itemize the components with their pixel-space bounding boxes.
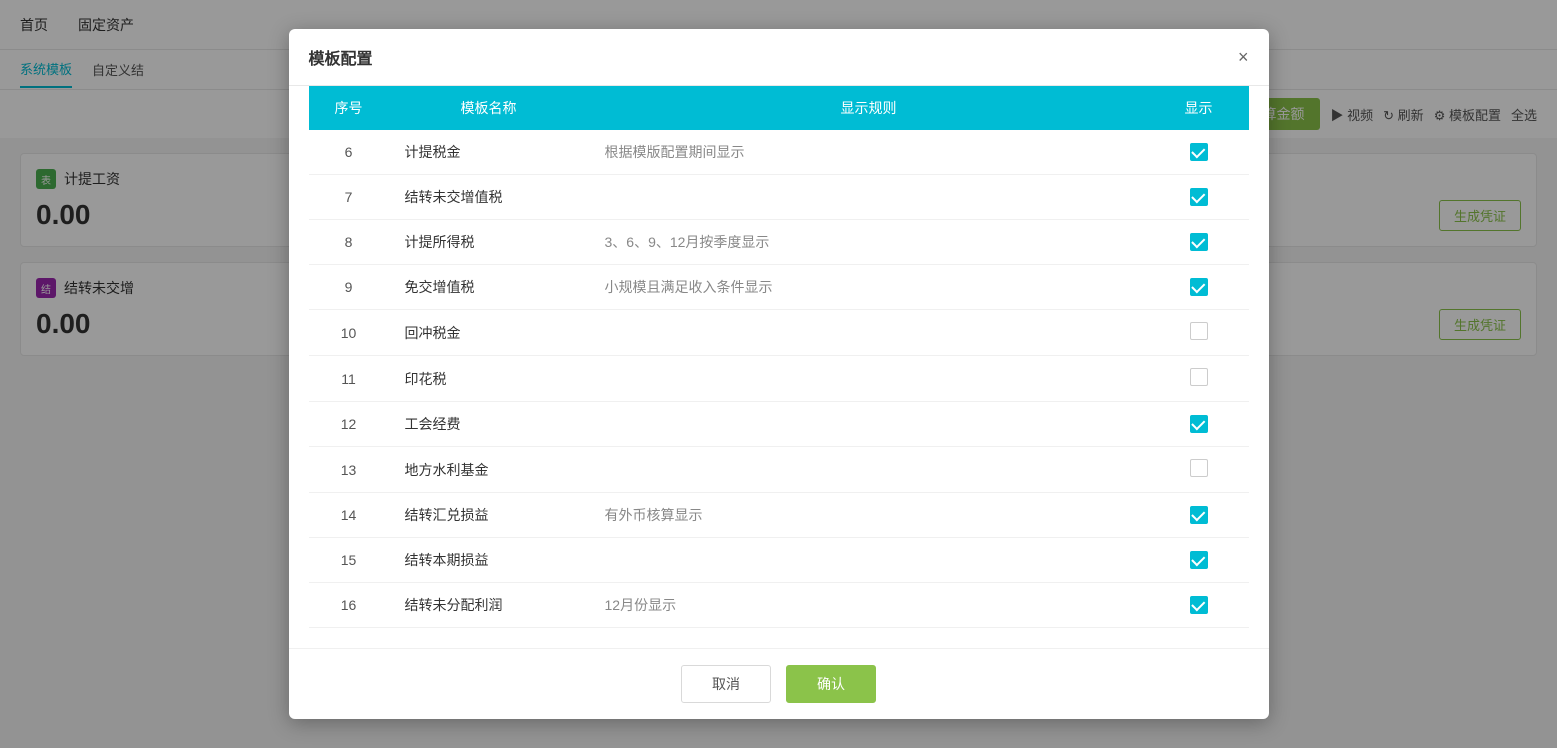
cell-seq: 16 (309, 583, 389, 628)
cell-name: 回冲税金 (389, 310, 589, 356)
col-header-seq: 序号 (309, 86, 389, 130)
modal-overlay: 模板配置 × 序号 模板名称 显示规则 显示 6计提税金根据模版配置期间显示7结… (0, 0, 1557, 748)
cell-show (1149, 130, 1249, 175)
table-row: 11印花税 (309, 356, 1249, 402)
cell-show (1149, 220, 1249, 265)
table-row: 10回冲税金 (309, 310, 1249, 356)
cell-name: 印花税 (389, 356, 589, 402)
cell-seq: 13 (309, 447, 389, 493)
cell-seq: 6 (309, 130, 389, 175)
table-header-row: 序号 模板名称 显示规则 显示 (309, 86, 1249, 130)
cell-seq: 15 (309, 538, 389, 583)
cell-seq: 7 (309, 175, 389, 220)
cell-seq: 14 (309, 493, 389, 538)
col-header-name: 模板名称 (389, 86, 589, 130)
table-row: 12工会经费 (309, 402, 1249, 447)
modal-title: 模板配置 (309, 45, 373, 69)
table-row: 9免交增值税小规模且满足收入条件显示 (309, 265, 1249, 310)
checkbox-checked[interactable] (1190, 188, 1208, 206)
cell-show (1149, 175, 1249, 220)
cell-name: 结转未分配利润 (389, 583, 589, 628)
modal-close-button[interactable]: × (1238, 48, 1249, 66)
confirm-button[interactable]: 确认 (786, 665, 876, 703)
modal-body[interactable]: 序号 模板名称 显示规则 显示 6计提税金根据模版配置期间显示7结转未交增值税8… (289, 86, 1269, 648)
cell-name: 结转汇兑损益 (389, 493, 589, 538)
checkbox-checked[interactable] (1190, 551, 1208, 569)
table-row: 7结转未交增值税 (309, 175, 1249, 220)
cell-show (1149, 493, 1249, 538)
cell-rule: 3、6、9、12月按季度显示 (589, 220, 1149, 265)
table-row: 14结转汇兑损益有外币核算显示 (309, 493, 1249, 538)
table-row: 8计提所得税3、6、9、12月按季度显示 (309, 220, 1249, 265)
cell-name: 结转本期损益 (389, 538, 589, 583)
checkbox-unchecked[interactable] (1190, 368, 1208, 386)
table-row: 13地方水利基金 (309, 447, 1249, 493)
checkbox-unchecked[interactable] (1190, 322, 1208, 340)
cell-rule (589, 310, 1149, 356)
cell-show (1149, 310, 1249, 356)
cell-rule: 12月份显示 (589, 583, 1149, 628)
checkbox-checked[interactable] (1190, 506, 1208, 524)
cell-seq: 9 (309, 265, 389, 310)
cell-name: 计提税金 (389, 130, 589, 175)
cell-rule: 小规模且满足收入条件显示 (589, 265, 1149, 310)
cell-seq: 8 (309, 220, 389, 265)
table-row: 15结转本期损益 (309, 538, 1249, 583)
cell-seq: 12 (309, 402, 389, 447)
checkbox-checked[interactable] (1190, 143, 1208, 161)
col-header-show: 显示 (1149, 86, 1249, 130)
cell-rule (589, 356, 1149, 402)
cell-name: 结转未交增值税 (389, 175, 589, 220)
config-table: 序号 模板名称 显示规则 显示 6计提税金根据模版配置期间显示7结转未交增值税8… (309, 86, 1249, 628)
cell-seq: 10 (309, 310, 389, 356)
cell-rule (589, 538, 1149, 583)
col-header-rule: 显示规则 (589, 86, 1149, 130)
table-row: 6计提税金根据模版配置期间显示 (309, 130, 1249, 175)
cancel-button[interactable]: 取消 (681, 665, 771, 703)
modal-footer: 取消 确认 (289, 648, 1269, 719)
checkbox-checked[interactable] (1190, 233, 1208, 251)
checkbox-unchecked[interactable] (1190, 459, 1208, 477)
cell-rule: 根据模版配置期间显示 (589, 130, 1149, 175)
cell-seq: 11 (309, 356, 389, 402)
cell-rule (589, 447, 1149, 493)
cell-show (1149, 356, 1249, 402)
checkbox-checked[interactable] (1190, 278, 1208, 296)
cell-show (1149, 447, 1249, 493)
checkbox-checked[interactable] (1190, 596, 1208, 614)
cell-name: 工会经费 (389, 402, 589, 447)
cell-show (1149, 583, 1249, 628)
cell-name: 地方水利基金 (389, 447, 589, 493)
cell-show (1149, 402, 1249, 447)
checkbox-checked[interactable] (1190, 415, 1208, 433)
cell-name: 计提所得税 (389, 220, 589, 265)
modal-header: 模板配置 × (289, 29, 1269, 86)
cell-show (1149, 265, 1249, 310)
cell-rule (589, 402, 1149, 447)
cell-rule (589, 175, 1149, 220)
cell-rule: 有外币核算显示 (589, 493, 1149, 538)
table-row: 16结转未分配利润12月份显示 (309, 583, 1249, 628)
cell-show (1149, 538, 1249, 583)
cell-name: 免交增值税 (389, 265, 589, 310)
modal-template-config: 模板配置 × 序号 模板名称 显示规则 显示 6计提税金根据模版配置期间显示7结… (289, 29, 1269, 719)
